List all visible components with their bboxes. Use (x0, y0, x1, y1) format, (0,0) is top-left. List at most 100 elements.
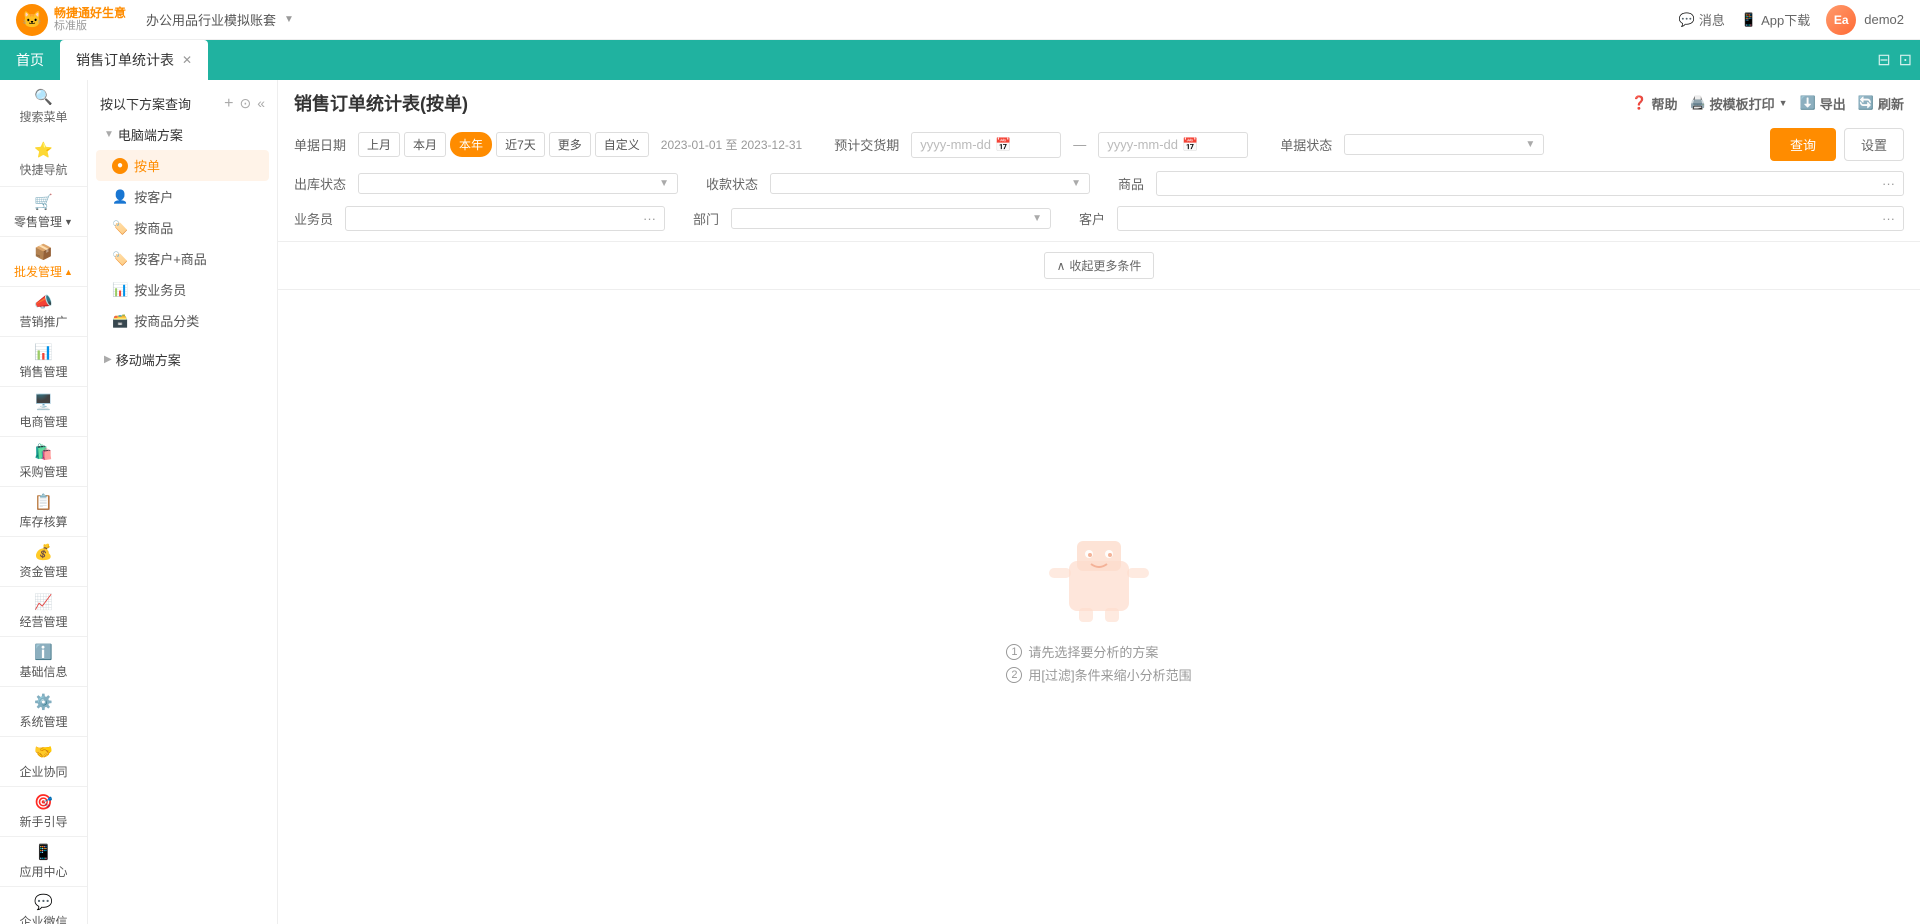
pc-category: ▼ 电脑端方案 ● 按单 👤 按客户 🏷️ 按商品 🏷️ 按客户+商品 (88, 119, 277, 375)
by-customer-label: 按客户 (134, 187, 173, 206)
sidebar-item-finance[interactable]: 💰 资金管理 (0, 536, 87, 586)
tab-sales-stats-label: 销售订单统计表 (76, 50, 174, 70)
tab-close-icon[interactable]: ✕ (182, 53, 192, 67)
expected-date-end[interactable]: yyyy-mm-dd 📅 (1098, 132, 1248, 158)
tab-bar-actions: ⊟ ⊡ (1877, 50, 1920, 70)
settings-button[interactable]: 设置 (1844, 128, 1904, 161)
scheme-header: 按以下方案查询 + ⊙ « (88, 88, 277, 119)
scheme-item-by-goods-category[interactable]: 🗃️ 按商品分类 (96, 305, 269, 336)
sidebar-ecommerce-label: 电商管理 (19, 413, 67, 430)
sidebar-item-corp-collab[interactable]: 🤝 企业协同 (0, 736, 87, 786)
collapse-label: 收起更多条件 (1069, 257, 1141, 274)
workspace-label: 办公用品行业模拟账套 (146, 10, 276, 29)
search-icon: 🔍 (34, 88, 53, 106)
add-scheme-icon[interactable]: + (224, 95, 233, 113)
collapse-button[interactable]: ∧ 收起更多条件 (1044, 252, 1155, 279)
purchase-icon: 🛍️ (34, 443, 53, 461)
tab-sales-stats[interactable]: 销售订单统计表 ✕ (60, 40, 208, 80)
sidebar-item-purchase[interactable]: 🛍️ 采购管理 (0, 436, 87, 486)
hint-1-num: 1 (1006, 644, 1022, 660)
expected-date-start[interactable]: yyyy-mm-dd 📅 (911, 132, 1061, 158)
restore-button[interactable]: ⊟ (1877, 50, 1890, 70)
user-area[interactable]: Ea demo2 (1826, 5, 1904, 35)
date-filter-row: 单据日期 上月 本月 本年 近7天 更多 自定义 2023-01-01 至 20… (294, 128, 1904, 161)
mobile-category-title[interactable]: ▶ 移动端方案 (96, 344, 269, 375)
export-label: 导出 (1820, 94, 1846, 113)
scheme-title: 按以下方案查询 (100, 94, 191, 113)
status-select[interactable]: ▼ (1344, 134, 1544, 155)
salesperson-input[interactable]: ··· (345, 206, 665, 231)
sidebar-item-new-guide[interactable]: 🎯 新手引导 (0, 786, 87, 836)
app-center-icon: 📱 (34, 843, 53, 861)
print-button[interactable]: 🖨️ 按模板打印 ▼ (1689, 94, 1787, 113)
print-label: 按模板打印 (1710, 94, 1775, 113)
message-button[interactable]: 💬 消息 (1679, 10, 1725, 29)
sidebar-item-wholesale[interactable]: 📦 批发管理 ▲ (0, 236, 87, 286)
scheme-item-by-customer-goods[interactable]: 🏷️ 按客户+商品 (96, 243, 269, 274)
date-btn-more[interactable]: 更多 (549, 132, 591, 157)
finance-icon: 💰 (34, 543, 53, 561)
sidebar-item-weixin[interactable]: 💬 企业微信 (0, 886, 87, 924)
date-btn-7days[interactable]: 近7天 (496, 132, 545, 157)
pc-category-title[interactable]: ▼ 电脑端方案 (96, 119, 269, 150)
top-bar-left: 🐱 畅捷通好生意 标准版 办公用品行业模拟账套 ▼ (16, 4, 294, 36)
sidebar-item-retail[interactable]: 🛒 零售管理 ▼ (0, 186, 87, 236)
hint-2: 2 用[过滤]条件来缩小分析范围 (1006, 665, 1191, 684)
export-button[interactable]: ⬇️ 导出 (1800, 94, 1846, 113)
date-btn-this-month[interactable]: 本月 (404, 132, 446, 157)
sidebar-quick-nav-label: 快捷导航 (19, 161, 67, 178)
date-btn-custom[interactable]: 自定义 (595, 132, 649, 157)
refresh-label: 刷新 (1878, 94, 1904, 113)
calendar-icon-1: 📅 (995, 137, 1011, 153)
workspace-selector[interactable]: 办公用品行业模拟账套 ▼ (146, 10, 294, 29)
wholesale-icon: 📦 (34, 243, 53, 261)
sidebar-item-ecommerce[interactable]: 🖥️ 电商管理 (0, 386, 87, 436)
sidebar-search-label: 搜索菜单 (19, 108, 67, 125)
sidebar-app-center-label: 应用中心 (19, 863, 67, 880)
sidebar-quick-nav[interactable]: ⭐ 快捷导航 (0, 133, 87, 186)
sidebar-retail-label: 零售管理 (14, 213, 62, 230)
ecommerce-icon: 🖥️ (34, 393, 53, 411)
sidebar-item-inventory[interactable]: 📋 库存核算 (0, 486, 87, 536)
goods-input[interactable]: ··· (1156, 171, 1904, 196)
tab-home[interactable]: 首页 (0, 40, 60, 80)
quick-nav-icon: ⭐ (34, 141, 53, 159)
maximize-button[interactable]: ⊡ (1899, 50, 1912, 70)
app-download-button[interactable]: 📱 App下载 (1741, 10, 1810, 29)
edit-scheme-icon[interactable]: ⊙ (239, 95, 251, 113)
sidebar-item-basic-info[interactable]: ℹ️ 基础信息 (0, 636, 87, 686)
receipt-status-select[interactable]: ▼ (770, 173, 1090, 194)
sidebar-basic-info-label: 基础信息 (19, 663, 67, 680)
scheme-item-by-salesperson[interactable]: 📊 按业务员 (96, 274, 269, 305)
help-button[interactable]: ❓ 帮助 (1631, 94, 1677, 113)
salesperson-dots[interactable]: ··· (643, 211, 656, 226)
sidebar-item-sales[interactable]: 📊 销售管理 (0, 336, 87, 386)
date-btn-this-year[interactable]: 本年 (450, 132, 492, 157)
export-icon: ⬇️ (1800, 95, 1816, 111)
date-buttons: 上月 本月 本年 近7天 更多 自定义 (358, 132, 649, 157)
collapse-scheme-icon[interactable]: « (257, 95, 265, 113)
date-range-text: 2023-01-01 至 2023-12-31 (661, 136, 802, 153)
dept-select[interactable]: ▼ (731, 208, 1051, 229)
date-btn-last-month[interactable]: 上月 (358, 132, 400, 157)
sidebar-item-app-center[interactable]: 📱 应用中心 (0, 836, 87, 886)
mobile-category-label: 移动端方案 (116, 350, 181, 369)
scheme-item-by-order[interactable]: ● 按单 (96, 150, 269, 181)
status-label: 单据状态 (1280, 135, 1332, 154)
scheme-item-by-customer[interactable]: 👤 按客户 (96, 181, 269, 212)
help-label: 帮助 (1651, 94, 1677, 113)
scheme-item-by-goods[interactable]: 🏷️ 按商品 (96, 212, 269, 243)
customer-input[interactable]: ··· (1117, 206, 1904, 231)
goods-dots[interactable]: ··· (1882, 176, 1895, 191)
out-status-select[interactable]: ▼ (358, 173, 678, 194)
second-filter-row: 出库状态 ▼ 收款状态 ▼ 商品 ··· (294, 171, 1904, 196)
refresh-button[interactable]: 🔄 刷新 (1858, 94, 1904, 113)
hint-1: 1 请先选择要分析的方案 (1006, 642, 1191, 661)
logo-subtext: 标准版 (54, 20, 126, 33)
sidebar-search[interactable]: 🔍 搜索菜单 (0, 80, 87, 133)
sidebar-item-operations[interactable]: 📈 经营管理 (0, 586, 87, 636)
sidebar-item-system[interactable]: ⚙️ 系统管理 (0, 686, 87, 736)
sidebar-item-marketing[interactable]: 📣 营销推广 (0, 286, 87, 336)
customer-dots[interactable]: ··· (1882, 211, 1895, 226)
query-button[interactable]: 查询 (1770, 128, 1836, 161)
